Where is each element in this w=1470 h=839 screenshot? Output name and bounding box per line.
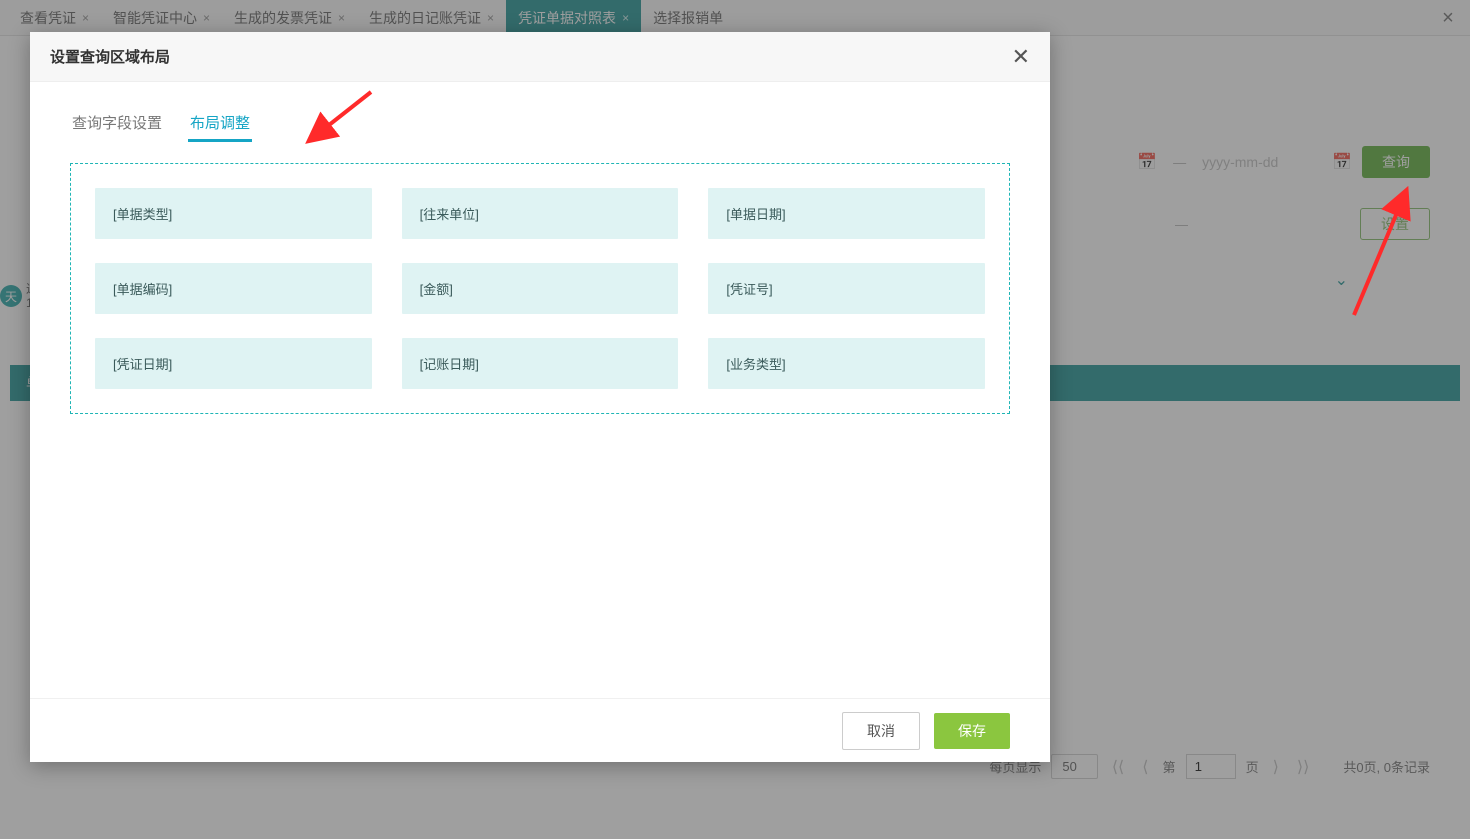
layout-chip[interactable]: [凭证日期] — [95, 338, 372, 389]
modal-footer: 取消 保存 — [30, 698, 1050, 762]
modal-header: 设置查询区域布局 ✕ — [30, 32, 1050, 82]
tab-layout-adjust[interactable]: 布局调整 — [188, 106, 252, 142]
layout-settings-modal: 设置查询区域布局 ✕ 查询字段设置 布局调整 [单据类型] [往来单位] [单据… — [30, 32, 1050, 762]
close-icon[interactable]: ✕ — [1012, 44, 1030, 70]
layout-chip[interactable]: [往来单位] — [402, 188, 679, 239]
layout-grid: [单据类型] [往来单位] [单据日期] [单据编码] [金额] [凭证号] [… — [70, 163, 1010, 414]
modal-title: 设置查询区域布局 — [50, 46, 170, 67]
layout-chip[interactable]: [单据类型] — [95, 188, 372, 239]
layout-chip[interactable]: [业务类型] — [708, 338, 985, 389]
layout-chip[interactable]: [凭证号] — [708, 263, 985, 314]
layout-chip[interactable]: [单据编码] — [95, 263, 372, 314]
layout-chip[interactable]: [记账日期] — [402, 338, 679, 389]
layout-chip[interactable]: [金额] — [402, 263, 679, 314]
cancel-button[interactable]: 取消 — [842, 712, 920, 750]
layout-chip[interactable]: [单据日期] — [708, 188, 985, 239]
tab-query-fields[interactable]: 查询字段设置 — [70, 106, 164, 142]
modal-tabs: 查询字段设置 布局调整 — [70, 106, 1010, 143]
save-button[interactable]: 保存 — [934, 713, 1010, 749]
modal-body: 查询字段设置 布局调整 [单据类型] [往来单位] [单据日期] [单据编码] … — [30, 82, 1050, 698]
